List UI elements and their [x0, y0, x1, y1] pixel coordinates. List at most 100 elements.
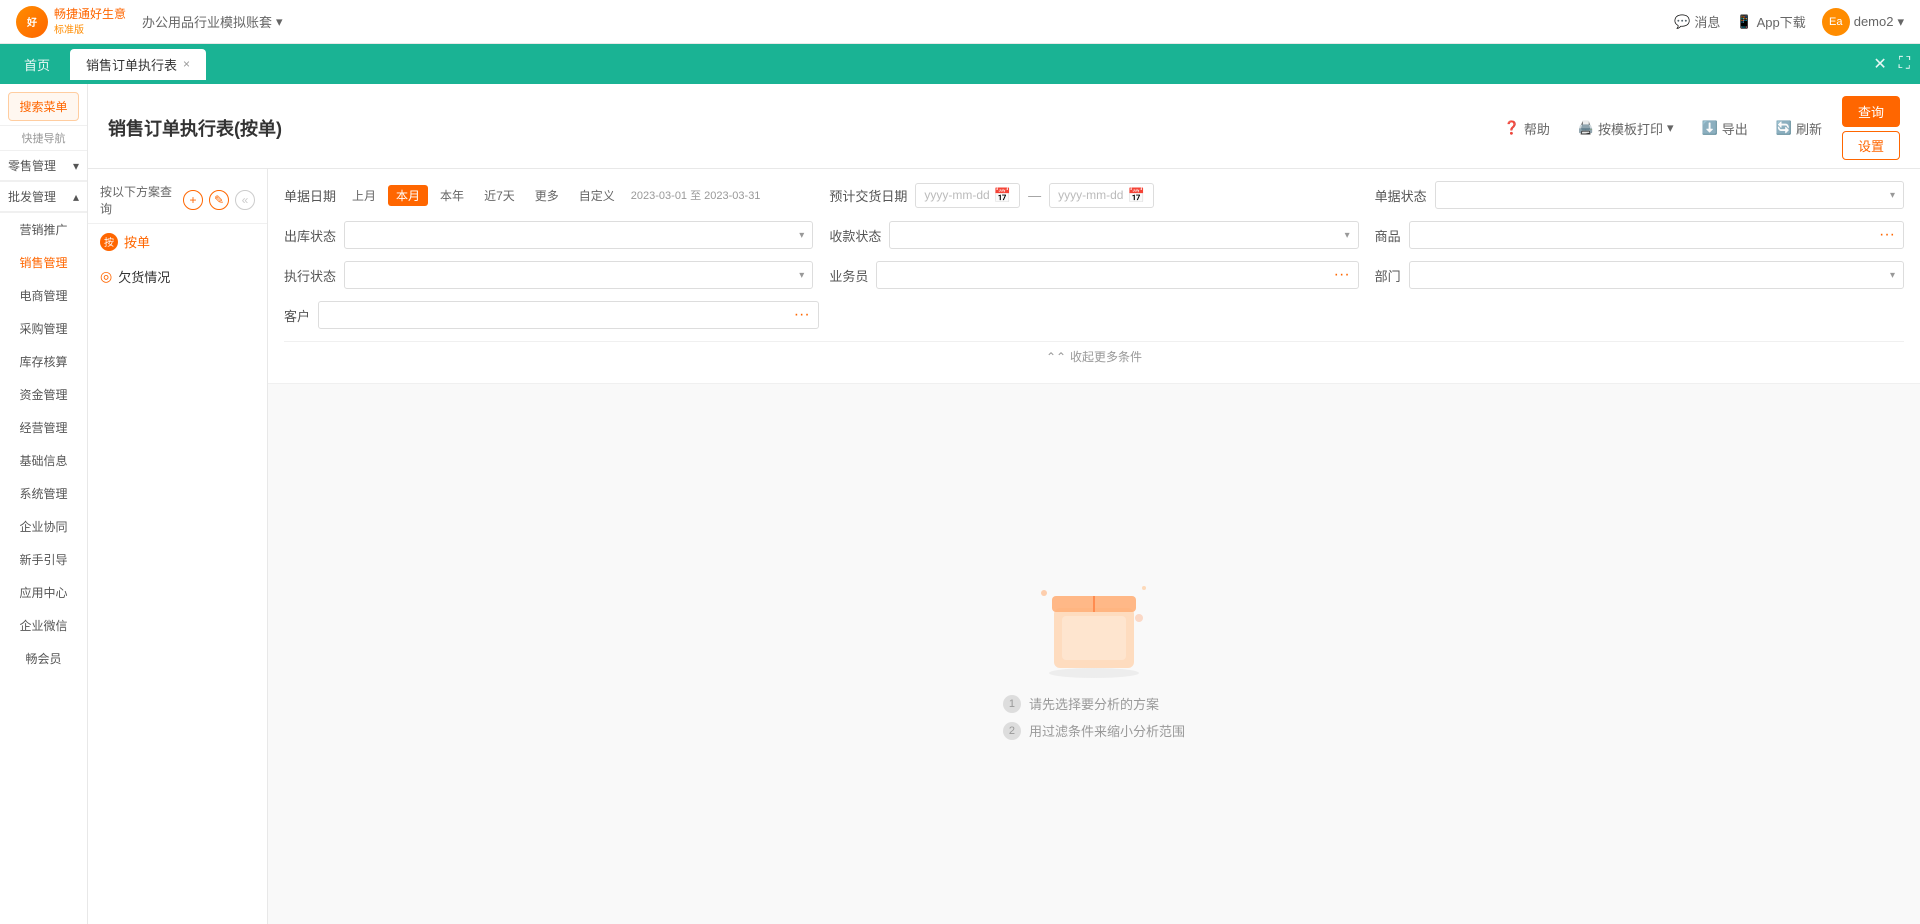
- date-tab-last7[interactable]: 近7天: [476, 185, 523, 206]
- download-icon: 📱: [1736, 14, 1752, 30]
- logo-title: 畅捷通好生意: [54, 7, 126, 21]
- member-label: 畅会员: [25, 650, 61, 667]
- sidebar-item-member[interactable]: 畅会员: [0, 642, 87, 675]
- sidebar-item-inventory[interactable]: 库存核算: [0, 345, 87, 378]
- sidebar-item-sales[interactable]: 销售管理: [0, 246, 87, 279]
- tab-close-icon[interactable]: ×: [183, 57, 190, 71]
- sidebar-item-retail[interactable]: 零售管理 ▾: [0, 151, 87, 181]
- date-tab-current-year[interactable]: 本年: [432, 185, 472, 206]
- cooperation-label: 企业协同: [19, 518, 67, 535]
- out-status-filter: 出库状态 ▾: [284, 221, 813, 249]
- export-icon: ⬇️: [1702, 120, 1718, 136]
- result-area: 1 请先选择要分析的方案 2 用过滤条件来缩小分析范围: [268, 384, 1920, 924]
- step-2-number: 2: [1003, 722, 1021, 740]
- top-nav-right: 💬 消息 📱 App下载 Ea demo2 ▾: [1674, 8, 1904, 36]
- salesman-more-icon[interactable]: ···: [1334, 266, 1350, 284]
- marketing-label: 营销推广: [19, 221, 67, 238]
- doc-status-select[interactable]: ▾: [1435, 181, 1904, 209]
- collapse-scheme-button[interactable]: «: [235, 190, 255, 210]
- collapse-filters-button[interactable]: ⌃⌃ 收起更多条件: [284, 341, 1904, 371]
- payment-status-select[interactable]: ▾: [889, 221, 1358, 249]
- sidebar-item-appstore[interactable]: 应用中心: [0, 576, 87, 609]
- exec-status-select[interactable]: ▾: [344, 261, 813, 289]
- refresh-button[interactable]: 🔄 刷新: [1768, 115, 1830, 142]
- doc-date-filter: 单据日期 上月 本月 本年 近7天 更多 自定义 2023-03-01 至 20…: [284, 185, 813, 206]
- filter-row-1: 单据日期 上月 本月 本年 近7天 更多 自定义 2023-03-01 至 20…: [284, 181, 1904, 209]
- window-expand-button[interactable]: ⛶: [1897, 53, 1912, 75]
- basic-label: 基础信息: [19, 452, 67, 469]
- out-status-select[interactable]: ▾: [344, 221, 813, 249]
- wholesale-label: 批发管理: [8, 188, 56, 205]
- page-actions: ❓ 帮助 🖨️ 按模板打印 ▾ ⬇️ 导出 🔄 刷新: [1496, 96, 1900, 160]
- sidebar-section-retail: 零售管理 ▾: [0, 151, 87, 182]
- sidebar-item-quick-nav[interactable]: 快捷导航: [0, 126, 87, 151]
- ecommerce-label: 电商管理: [19, 287, 67, 304]
- tab-home[interactable]: 首页: [8, 49, 66, 80]
- sidebar-item-operations[interactable]: 经营管理: [0, 411, 87, 444]
- help-label: 帮助: [1524, 119, 1550, 138]
- left-panel-actions: + ✎ «: [183, 190, 255, 210]
- sidebar-item-ecommerce[interactable]: 电商管理: [0, 279, 87, 312]
- department-label: 部门: [1375, 266, 1401, 285]
- message-label: 消息: [1694, 12, 1720, 31]
- sidebar-item-marketing[interactable]: 营销推广: [0, 213, 87, 246]
- filter-row-3: 执行状态 ▾ 业务员 ···: [284, 261, 1904, 289]
- department-chevron-icon: ▾: [1890, 270, 1895, 281]
- tab-sales-execution[interactable]: 销售订单执行表 ×: [70, 49, 206, 80]
- search-menu-button[interactable]: 搜索菜单: [8, 92, 79, 121]
- industry-name: 办公用品行业模拟账套: [142, 12, 272, 31]
- help-button[interactable]: ❓ 帮助: [1496, 115, 1558, 142]
- template-print-button[interactable]: 🖨️ 按模板打印 ▾: [1570, 115, 1682, 142]
- settings-button[interactable]: 设置: [1842, 131, 1900, 160]
- estimated-date-to[interactable]: yyyy-mm-dd 📅: [1049, 183, 1154, 208]
- sidebar-item-purchase[interactable]: 采购管理: [0, 312, 87, 345]
- payment-status-chevron-icon: ▾: [1345, 230, 1350, 241]
- date-range-display: 2023-03-01 至 2023-03-31: [631, 187, 761, 203]
- window-close-button[interactable]: ✕: [1871, 52, 1888, 76]
- goods-select[interactable]: ···: [1409, 221, 1904, 249]
- step-1-number: 1: [1003, 695, 1021, 713]
- query-button[interactable]: 查询: [1842, 96, 1900, 127]
- page-header: 销售订单执行表(按单) ❓ 帮助 🖨️ 按模板打印 ▾ ⬇️ 导出: [88, 84, 1920, 169]
- filter-row-2: 出库状态 ▾ 收款状态 ▾: [284, 221, 1904, 249]
- calendar-from-icon[interactable]: 📅: [994, 187, 1011, 204]
- sidebar-item-cooperation[interactable]: 企业协同: [0, 510, 87, 543]
- customer-more-icon[interactable]: ···: [794, 306, 810, 324]
- date-tab-custom[interactable]: 自定义: [571, 185, 623, 206]
- industry-selector[interactable]: 办公用品行业模拟账套 ▾: [134, 8, 291, 35]
- scheme-item-shortage[interactable]: ◎ 欠货情况: [88, 259, 267, 294]
- customer-select[interactable]: ···: [318, 301, 819, 329]
- calendar-to-icon[interactable]: 📅: [1127, 187, 1144, 204]
- app-download-button[interactable]: 📱 App下载: [1736, 12, 1805, 31]
- scheme-item-by-order[interactable]: 按 按单: [88, 224, 267, 259]
- sidebar-item-wechat[interactable]: 企业微信: [0, 609, 87, 642]
- date-tab-more[interactable]: 更多: [527, 185, 567, 206]
- estimated-date-label: 预计交货日期: [829, 186, 907, 205]
- department-filter: 部门 ▾: [1375, 261, 1904, 289]
- salesman-select[interactable]: ···: [876, 261, 1358, 289]
- sidebar-item-finance[interactable]: 资金管理: [0, 378, 87, 411]
- date-tab-current-month[interactable]: 本月: [388, 185, 428, 206]
- top-navigation: 好 畅捷通好生意 标准版 办公用品行业模拟账套 ▾ 💬 消息 📱 App下载: [0, 0, 1920, 44]
- step-2-label: 用过滤条件来缩小分析范围: [1029, 721, 1185, 740]
- message-button[interactable]: 💬 消息: [1674, 12, 1720, 31]
- sidebar-item-basic[interactable]: 基础信息: [0, 444, 87, 477]
- sidebar-item-newbie[interactable]: 新手引导: [0, 543, 87, 576]
- collapse-up-icon: ⌃⌃: [1046, 350, 1066, 364]
- estimated-date-from[interactable]: yyyy-mm-dd 📅: [915, 183, 1020, 208]
- newbie-label: 新手引导: [19, 551, 67, 568]
- sidebar-item-wholesale[interactable]: 批发管理 ▴: [0, 182, 87, 212]
- user-menu[interactable]: Ea demo2 ▾: [1822, 8, 1904, 36]
- edit-scheme-button[interactable]: ✎: [209, 190, 229, 210]
- export-button[interactable]: ⬇️ 导出: [1694, 115, 1756, 142]
- goods-more-icon[interactable]: ···: [1879, 226, 1895, 244]
- department-select[interactable]: ▾: [1409, 261, 1904, 289]
- add-scheme-button[interactable]: +: [183, 190, 203, 210]
- export-label: 导出: [1722, 119, 1748, 138]
- content-area: 销售订单执行表(按单) ❓ 帮助 🖨️ 按模板打印 ▾ ⬇️ 导出: [88, 84, 1920, 924]
- exec-status-filter: 执行状态 ▾: [284, 261, 813, 289]
- filter-section: 单据日期 上月 本月 本年 近7天 更多 自定义 2023-03-01 至 20…: [268, 169, 1920, 384]
- logo-icon: 好: [16, 6, 48, 38]
- date-tab-last-month[interactable]: 上月: [344, 185, 384, 206]
- sidebar-item-system[interactable]: 系统管理: [0, 477, 87, 510]
